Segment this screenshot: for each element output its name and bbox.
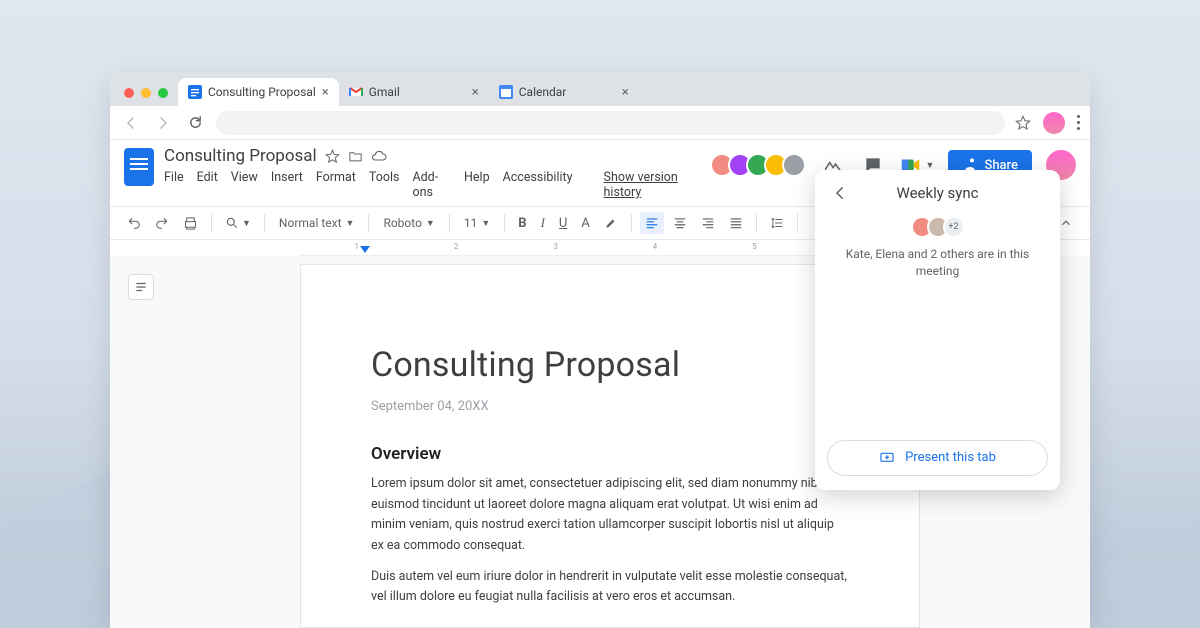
omnibox[interactable]: [216, 111, 1005, 135]
collaborator-avatars[interactable]: [710, 153, 806, 177]
document-outline-button[interactable]: [128, 274, 154, 300]
tab-close-icon[interactable]: ×: [622, 85, 629, 100]
font-size-dropdown[interactable]: 11▼: [458, 213, 496, 233]
menu-view[interactable]: View: [231, 170, 258, 200]
menu-format[interactable]: Format: [316, 170, 356, 200]
popover-back-button[interactable]: [831, 184, 849, 202]
doc-paragraph: Lorem ipsum dolor sit amet, consectetuer…: [371, 474, 849, 557]
font-family-dropdown[interactable]: Roboto▼: [377, 213, 440, 233]
ruler-tick: 3: [553, 242, 558, 251]
tab-label: Calendar: [519, 85, 567, 99]
doc-section-overview: Overview: [371, 444, 849, 464]
present-tab-label: Present this tab: [905, 450, 996, 465]
gmail-favicon-icon: [349, 85, 363, 99]
move-folder-icon[interactable]: [348, 149, 363, 164]
zoom-dropdown[interactable]: ▼: [220, 212, 256, 234]
tab-close-icon[interactable]: ×: [472, 85, 479, 100]
tab-label: Consulting Proposal: [208, 85, 316, 99]
line-spacing-button[interactable]: [765, 212, 789, 234]
ruler-tick: 5: [752, 242, 757, 251]
maximize-window-icon[interactable]: [158, 88, 168, 98]
doc-heading: Consulting Proposal: [371, 345, 849, 385]
meeting-subtitle: Kate, Elena and 2 others are in this mee…: [827, 246, 1048, 280]
meeting-title: Weekly sync: [896, 184, 978, 202]
collaborator-avatar[interactable]: [782, 153, 806, 177]
bold-button[interactable]: B: [513, 212, 531, 235]
menu-accessibility[interactable]: Accessibility: [503, 170, 573, 200]
docs-menubar: File Edit View Insert Format Tools Add-o…: [164, 170, 700, 200]
menu-edit[interactable]: Edit: [197, 170, 218, 200]
menu-help[interactable]: Help: [464, 170, 490, 200]
meet-popover: Weekly sync +2 Kate, Elena and 2 others …: [815, 170, 1060, 490]
participant-more-badge: +2: [943, 216, 965, 238]
browser-toolbar: [110, 106, 1090, 140]
doc-paragraph: Duis autem vel eum iriure dolor in hendr…: [371, 567, 849, 608]
docs-favicon-icon: [188, 85, 202, 99]
browser-tab-docs[interactable]: Consulting Proposal ×: [178, 78, 339, 106]
underline-button[interactable]: U: [554, 212, 572, 235]
print-button[interactable]: [178, 212, 203, 235]
text-color-button[interactable]: A: [576, 212, 594, 235]
star-icon[interactable]: [325, 149, 340, 164]
menu-file[interactable]: File: [164, 170, 184, 200]
chevron-down-icon: ▼: [926, 160, 935, 171]
ruler-tick: 4: [653, 242, 658, 251]
browser-tab-gmail[interactable]: Gmail ×: [339, 78, 489, 106]
bookmark-star-icon[interactable]: [1015, 115, 1031, 131]
nav-back-button[interactable]: [120, 112, 142, 134]
browser-tabstrip: Consulting Proposal × Gmail × Calendar ×: [110, 72, 1090, 106]
menu-tools[interactable]: Tools: [369, 170, 400, 200]
window-controls[interactable]: [118, 88, 178, 106]
browser-profile-avatar[interactable]: [1043, 112, 1065, 134]
undo-button[interactable]: [122, 212, 146, 234]
cloud-status-icon[interactable]: [371, 148, 387, 164]
align-justify-button[interactable]: [724, 212, 748, 234]
tab-close-icon[interactable]: ×: [322, 85, 329, 100]
redo-button[interactable]: [150, 212, 174, 234]
close-window-icon[interactable]: [124, 88, 134, 98]
show-version-history-link[interactable]: Show version history: [604, 170, 700, 200]
calendar-favicon-icon: [499, 85, 513, 99]
meeting-participants: +2: [827, 216, 1048, 238]
align-left-button[interactable]: [640, 212, 664, 234]
browser-menu-button[interactable]: [1077, 115, 1080, 130]
doc-date: September 04, 20XX: [371, 399, 849, 414]
nav-reload-button[interactable]: [184, 112, 206, 134]
tab-label: Gmail: [369, 85, 400, 99]
align-right-button[interactable]: [696, 212, 720, 234]
menu-insert[interactable]: Insert: [271, 170, 303, 200]
ruler-tick: 1: [355, 242, 360, 251]
highlight-color-button[interactable]: [599, 212, 623, 234]
present-tab-button[interactable]: Present this tab: [827, 440, 1048, 476]
minimize-window-icon[interactable]: [141, 88, 151, 98]
docs-app-icon[interactable]: [124, 148, 154, 186]
align-center-button[interactable]: [668, 212, 692, 234]
browser-tab-calendar[interactable]: Calendar ×: [489, 78, 639, 106]
document-title[interactable]: Consulting Proposal: [164, 146, 317, 166]
italic-button[interactable]: I: [536, 211, 550, 235]
nav-forward-button[interactable]: [152, 112, 174, 134]
menu-addons[interactable]: Add-ons: [412, 170, 451, 200]
paragraph-style-dropdown[interactable]: Normal text▼: [273, 213, 361, 233]
indent-marker-icon[interactable]: [360, 246, 370, 253]
ruler-tick: 2: [454, 242, 459, 251]
